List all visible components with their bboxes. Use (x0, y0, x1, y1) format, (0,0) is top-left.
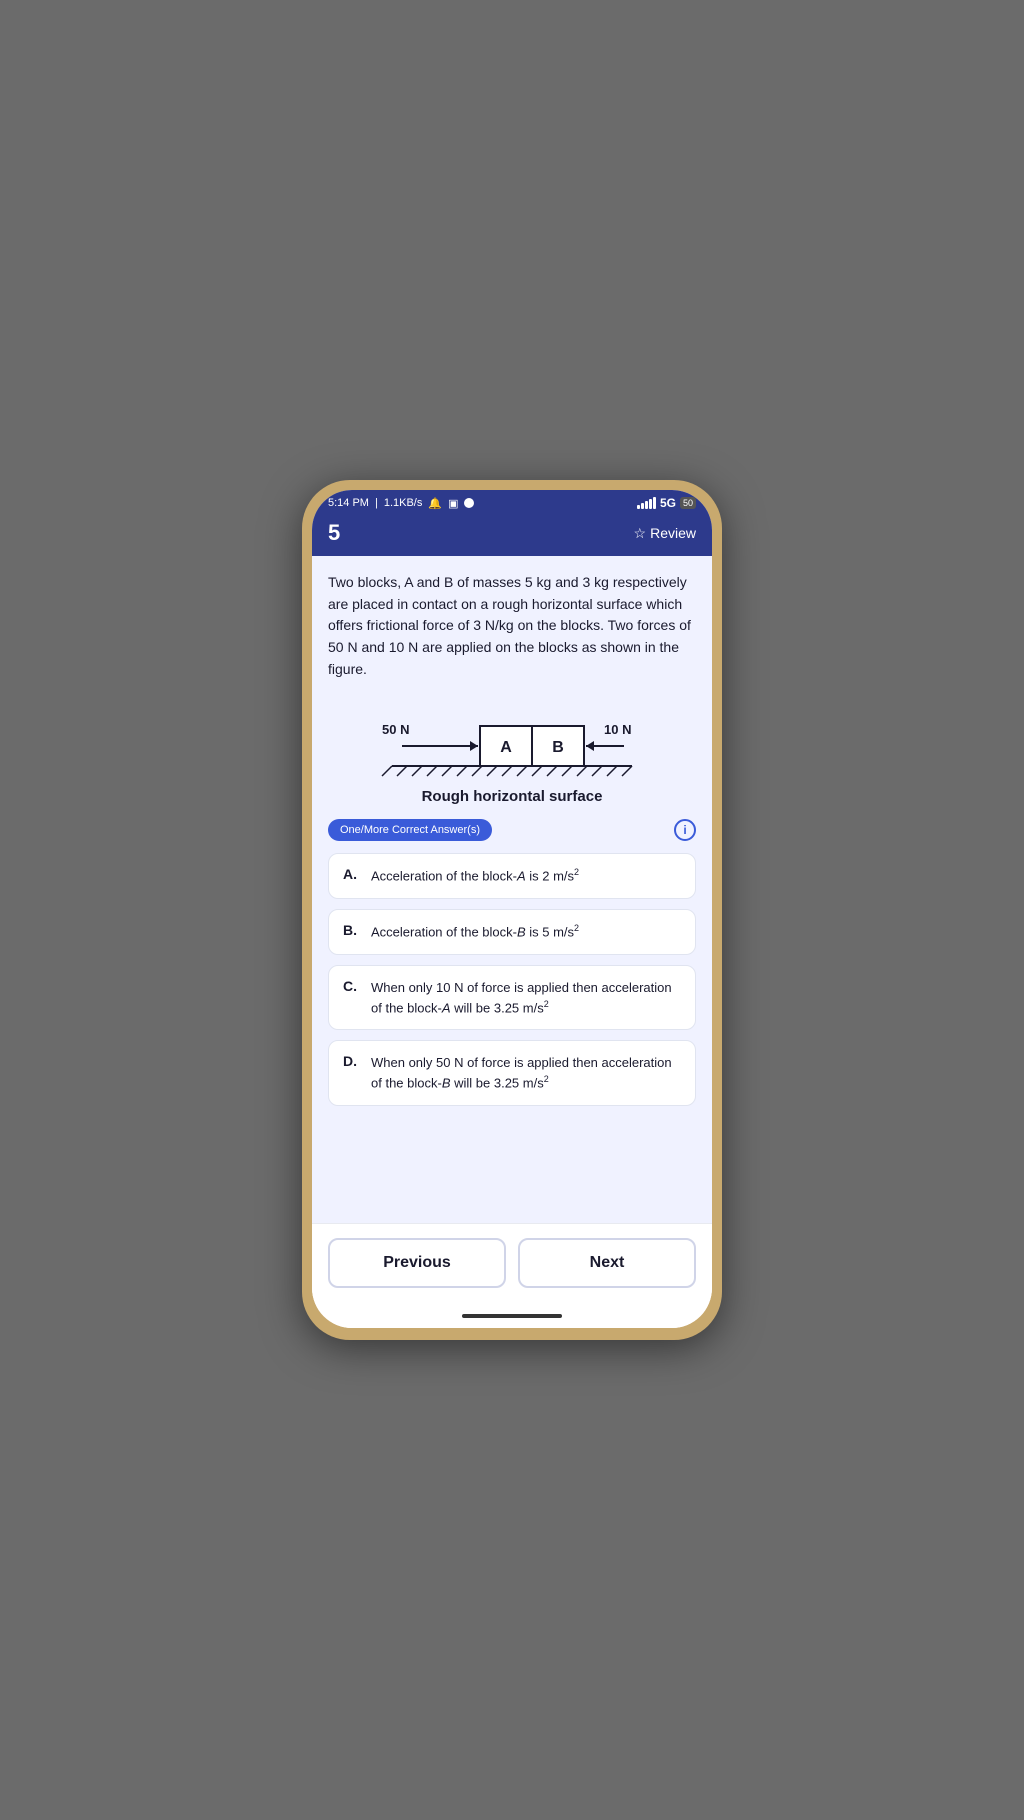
option-b-letter: B. (343, 922, 359, 938)
content-area: Two blocks, A and B of masses 5 kg and 3… (312, 556, 712, 1223)
svg-text:B: B (552, 739, 564, 756)
app-header: 5 ☆ Review (312, 514, 712, 556)
answer-type-row: One/More Correct Answer(s) i (328, 819, 696, 841)
options-list: A. Acceleration of the block-A is 2 m/s2… (328, 853, 696, 1105)
data-speed: | (375, 497, 378, 509)
answer-type-badge: One/More Correct Answer(s) (328, 819, 492, 841)
phone-screen: 5:14 PM | 1.1KB/s 🔔 ▣ 5G 50 (312, 490, 712, 1328)
phone-frame: 5:14 PM | 1.1KB/s 🔔 ▣ 5G 50 (302, 480, 722, 1340)
cast-icon: ▣ (448, 497, 458, 510)
review-button[interactable]: ☆ Review (634, 525, 696, 542)
option-a-letter: A. (343, 866, 359, 882)
option-a[interactable]: A. Acceleration of the block-A is 2 m/s2 (328, 853, 696, 899)
option-d[interactable]: D. When only 50 N of force is applied th… (328, 1040, 696, 1105)
bottom-nav: Previous Next (312, 1223, 712, 1308)
diagram-container: A B 50 N 10 N Rough horizontal surface (328, 694, 696, 805)
home-bar (462, 1314, 562, 1318)
network-badge: 50 (680, 497, 696, 509)
network-type: 5G (660, 496, 676, 510)
option-c[interactable]: C. When only 10 N of force is applied th… (328, 965, 696, 1030)
option-d-text: When only 50 N of force is applied then … (371, 1053, 681, 1092)
info-symbol: i (683, 823, 686, 837)
question-text: Two blocks, A and B of masses 5 kg and 3… (328, 572, 696, 680)
svg-text:10 N: 10 N (604, 722, 631, 737)
info-button[interactable]: i (674, 819, 696, 841)
star-icon: ☆ (634, 525, 647, 542)
circle-icon (464, 498, 474, 508)
review-label: Review (650, 525, 696, 541)
next-button[interactable]: Next (518, 1238, 696, 1288)
surface-label: Rough horizontal surface (422, 788, 603, 805)
status-right: 5G 50 (637, 496, 696, 510)
option-b-text: Acceleration of the block-B is 5 m/s2 (371, 922, 579, 942)
home-indicator (312, 1308, 712, 1328)
svg-text:A: A (500, 739, 512, 756)
force-diagram: A B 50 N 10 N (372, 694, 652, 784)
data-speed-value: 1.1KB/s (384, 497, 423, 509)
option-d-letter: D. (343, 1053, 359, 1069)
option-b[interactable]: B. Acceleration of the block-B is 5 m/s2 (328, 909, 696, 955)
previous-button[interactable]: Previous (328, 1238, 506, 1288)
signal-icon (637, 497, 656, 509)
option-a-text: Acceleration of the block-A is 2 m/s2 (371, 866, 579, 886)
status-bar: 5:14 PM | 1.1KB/s 🔔 ▣ 5G 50 (312, 490, 712, 514)
svg-text:50 N: 50 N (382, 722, 409, 737)
notification-icon: 🔔 (428, 497, 442, 510)
option-c-text: When only 10 N of force is applied then … (371, 978, 681, 1017)
option-c-letter: C. (343, 978, 359, 994)
time-display: 5:14 PM (328, 497, 369, 509)
question-number: 5 (328, 520, 340, 546)
status-left: 5:14 PM | 1.1KB/s 🔔 ▣ (328, 497, 474, 510)
